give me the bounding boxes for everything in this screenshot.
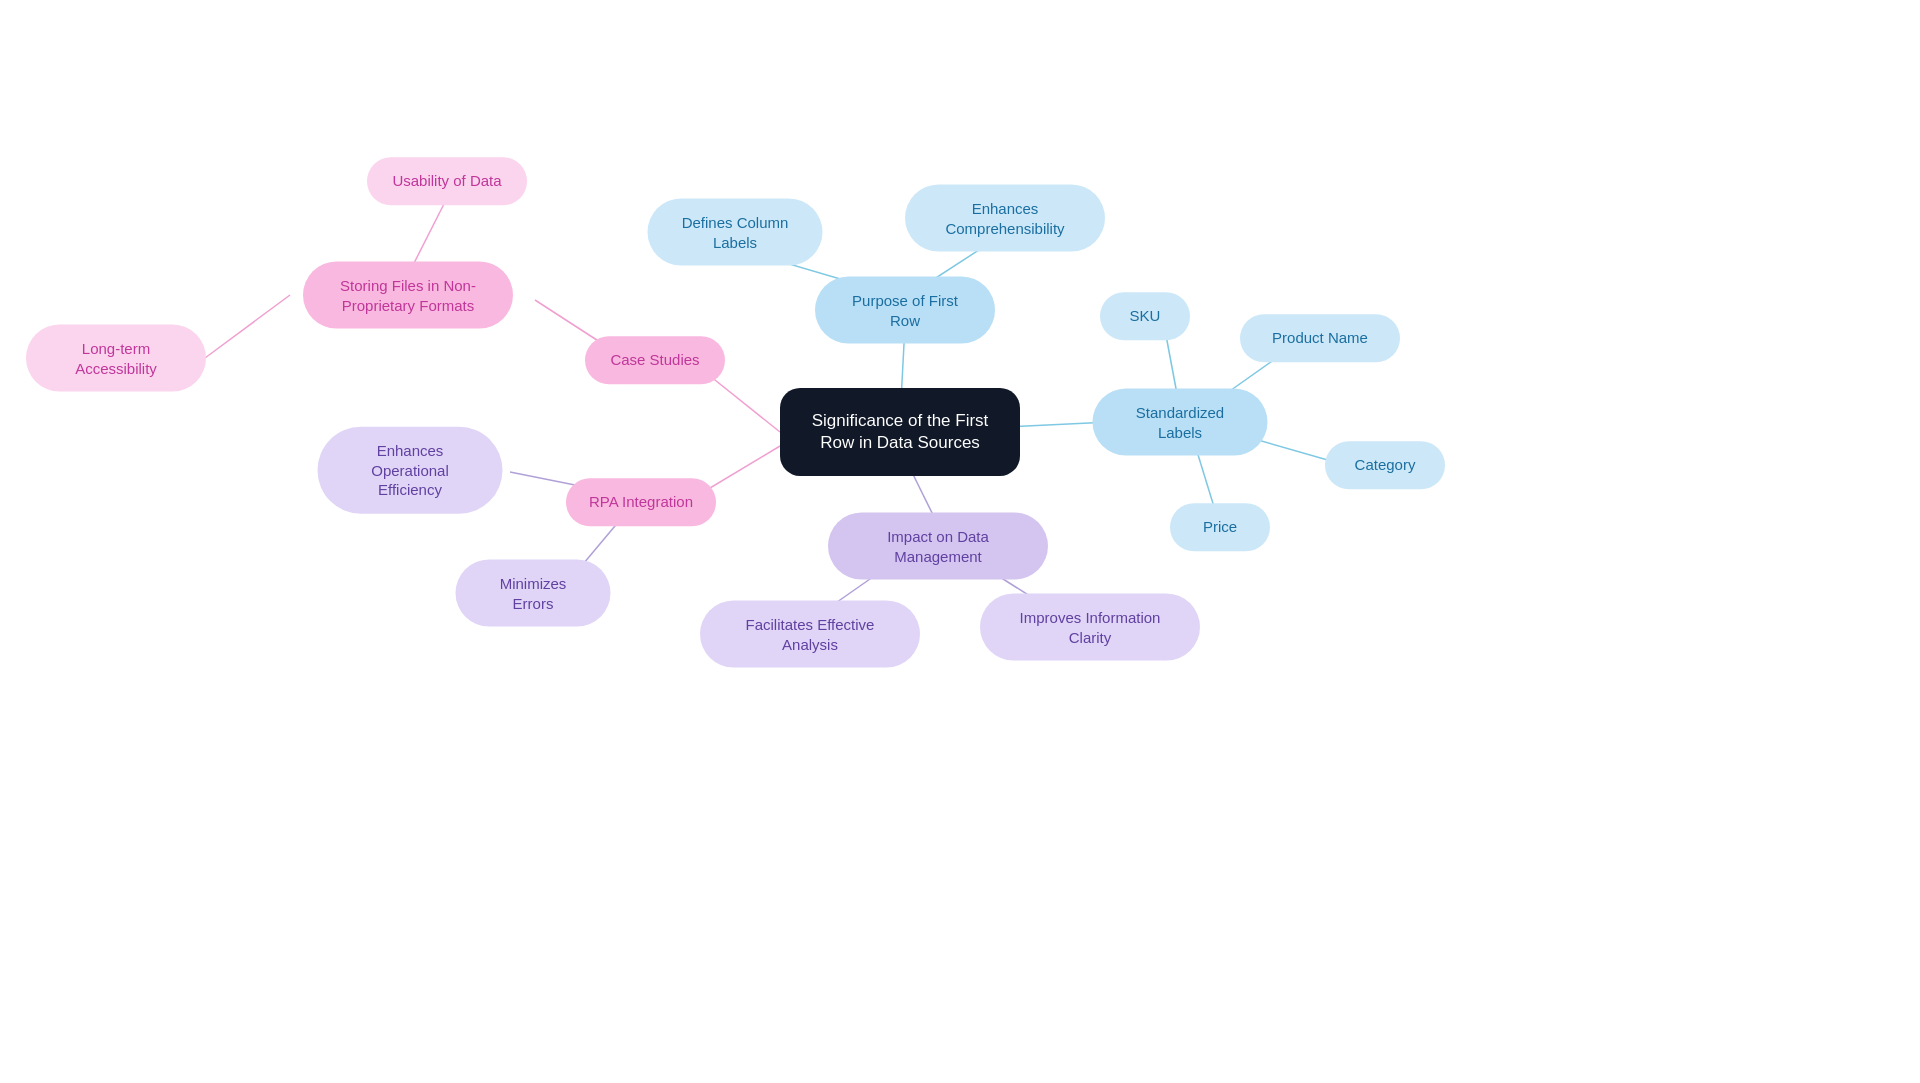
node-enhances-comprehensibility: Enhances Comprehensibility: [905, 185, 1105, 252]
node-case-studies: Case Studies: [585, 336, 725, 384]
node-category: Category: [1325, 441, 1445, 489]
node-impact-data-management: Impact on Data Management: [828, 513, 1048, 580]
node-facilitates-analysis: Facilitates Effective Analysis: [700, 601, 920, 668]
node-rpa-integration: RPA Integration: [566, 478, 716, 526]
node-storing-files: Storing Files in Non-Proprietary Formats: [303, 262, 513, 329]
svg-line-14: [205, 295, 290, 358]
node-long-term-accessibility: Long-term Accessibility: [26, 325, 206, 392]
node-purpose-first-row: Purpose of First Row: [815, 277, 995, 344]
center-node: Significance of the First Row in Data So…: [780, 388, 1020, 476]
node-minimizes-errors: Minimizes Errors: [456, 560, 611, 627]
node-improves-clarity: Improves Information Clarity: [980, 594, 1200, 661]
node-usability-of-data: Usability of Data: [367, 157, 527, 205]
node-standardized-labels: Standardized Labels: [1093, 389, 1268, 456]
node-defines-column-labels: Defines Column Labels: [648, 199, 823, 266]
node-enhances-operational: Enhances Operational Efficiency: [318, 427, 503, 514]
node-sku: SKU: [1100, 292, 1190, 340]
node-product-name: Product Name: [1240, 314, 1400, 362]
node-price: Price: [1170, 503, 1270, 551]
